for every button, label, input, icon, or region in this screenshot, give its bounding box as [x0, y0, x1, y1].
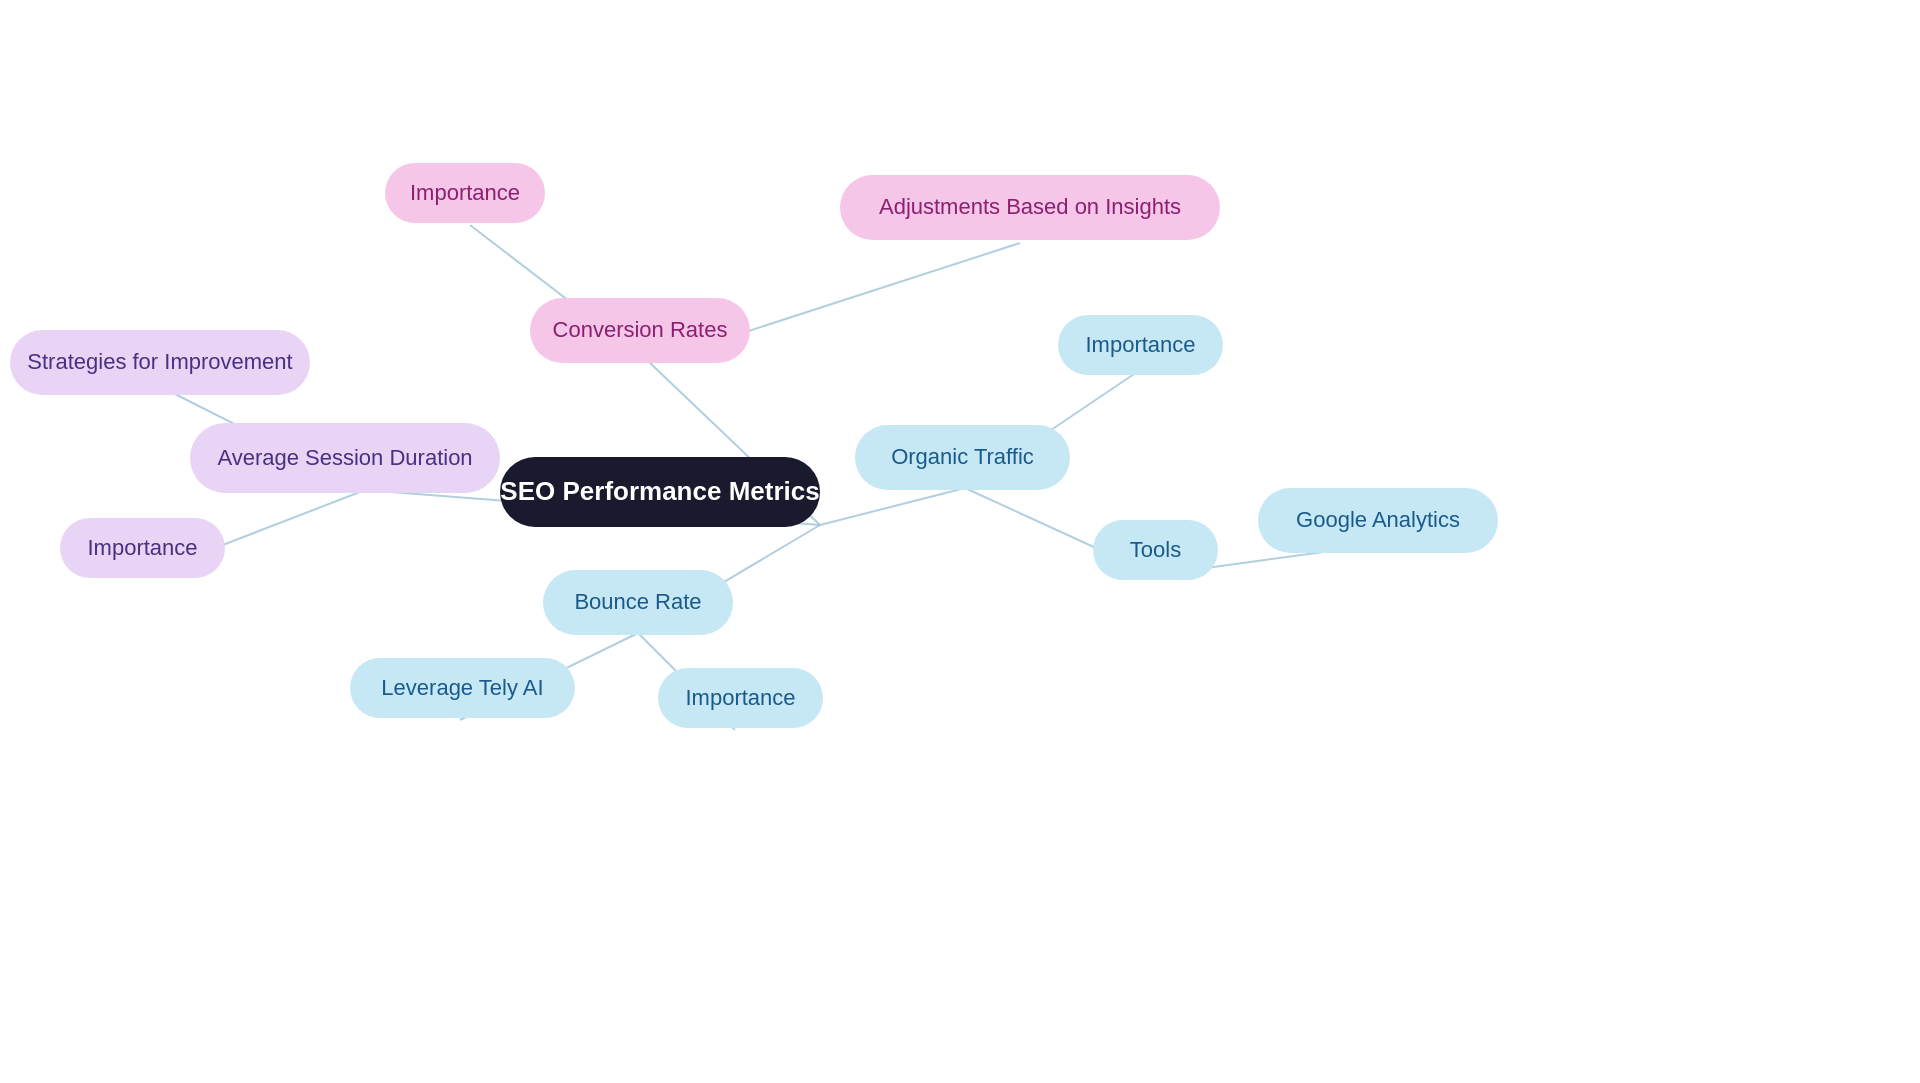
importance-bounce-node: Importance: [658, 668, 823, 728]
organic-traffic-node: Organic Traffic: [855, 425, 1070, 490]
strategies-node: Strategies for Improvement: [10, 330, 310, 395]
bounce-rate-node: Bounce Rate: [543, 570, 733, 635]
center-node: SEO Performance Metrics: [500, 457, 820, 527]
google-analytics-node: Google Analytics: [1258, 488, 1498, 553]
importance-pink-node: Importance: [385, 163, 545, 223]
svg-line-9: [820, 488, 965, 525]
leverage-tely-node: Leverage Tely AI: [350, 658, 575, 718]
importance-blue-node: Importance: [1058, 315, 1223, 375]
conversion-rates-node: Conversion Rates: [530, 298, 750, 363]
avg-session-node: Average Session Duration: [190, 423, 500, 493]
adjustments-node: Adjustments Based on Insights: [840, 175, 1220, 240]
tools-node: Tools: [1093, 520, 1218, 580]
importance-purple-node: Importance: [60, 518, 225, 578]
connection-lines: [0, 0, 1920, 1083]
